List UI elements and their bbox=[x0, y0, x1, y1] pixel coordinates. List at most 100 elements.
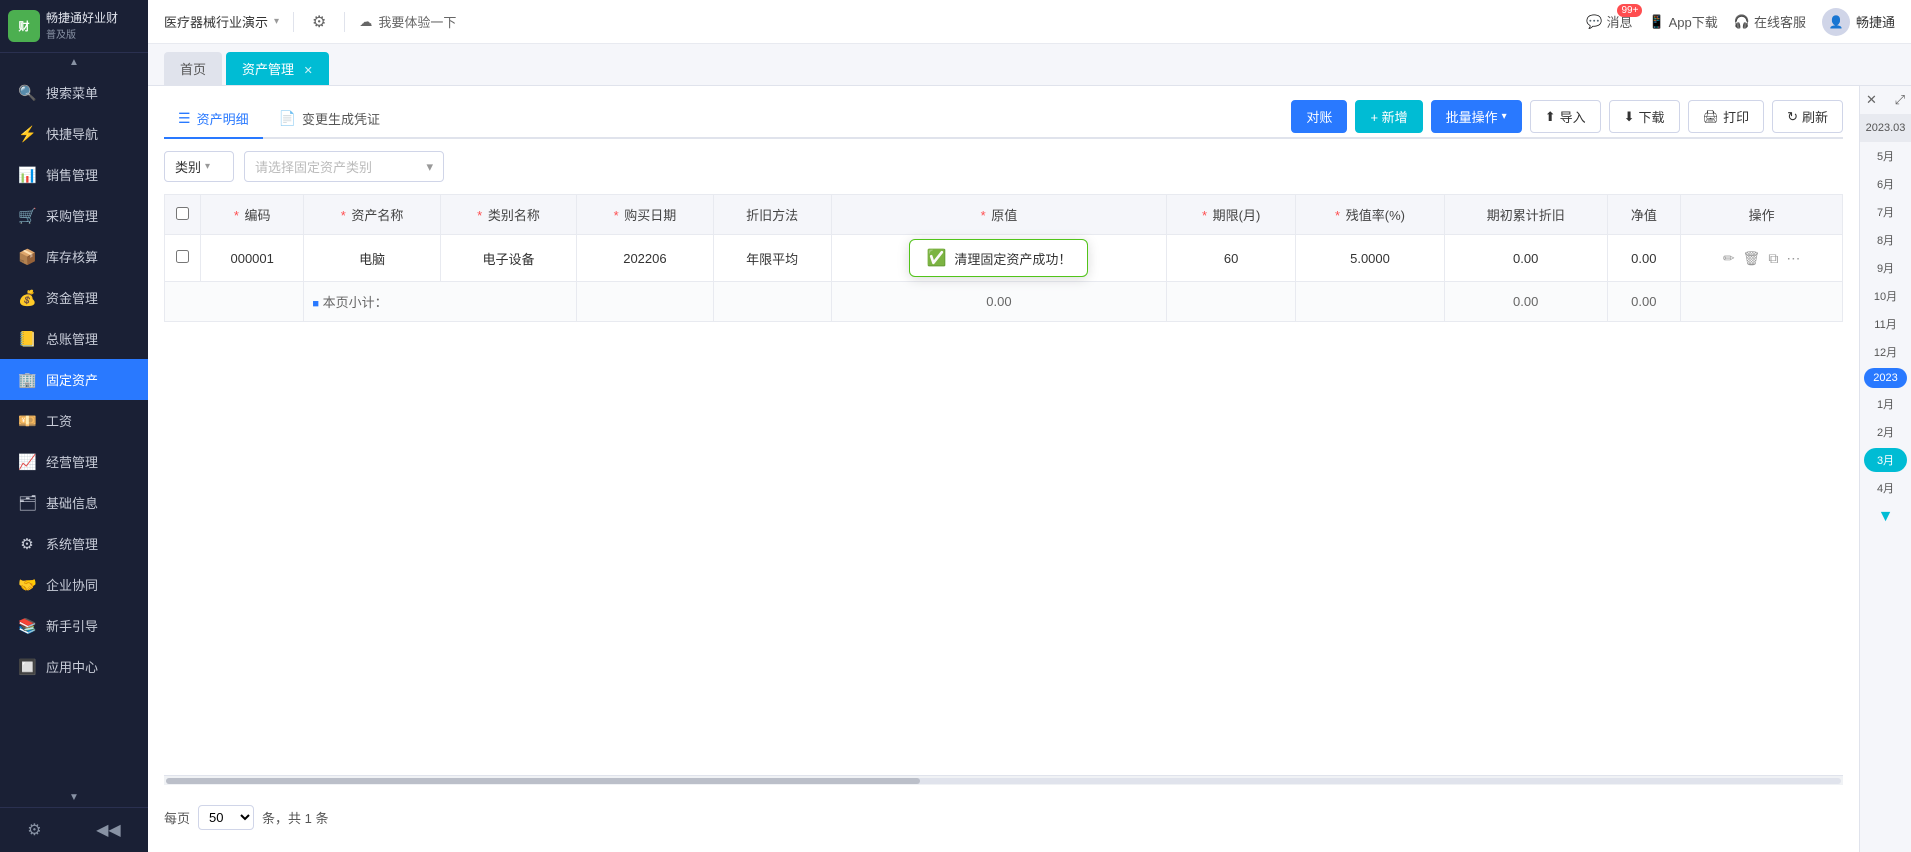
month-5[interactable]: 5月 bbox=[1860, 142, 1911, 170]
message-btn[interactable]: 💬 消息 99+ bbox=[1586, 12, 1632, 31]
app-download-btn[interactable]: 📱 App下载 bbox=[1648, 12, 1717, 31]
tab-close-icon[interactable]: ✕ bbox=[304, 65, 313, 77]
sidebar-item-sales[interactable]: 📊 销售管理 bbox=[0, 154, 148, 195]
sidebar-item-guide[interactable]: 📚 新手引导 bbox=[0, 605, 148, 646]
reconcile-button[interactable]: 对账 bbox=[1291, 100, 1347, 133]
online-service-label: 在线客服 bbox=[1754, 12, 1806, 31]
user-menu[interactable]: 👤 畅捷通 bbox=[1822, 8, 1895, 36]
row-checkbox[interactable] bbox=[176, 250, 189, 263]
sidebar-scroll-down[interactable]: ▼ bbox=[0, 788, 148, 807]
filter-arrow-icon: ▾ bbox=[426, 159, 433, 175]
td-subtotal-residual bbox=[1296, 282, 1445, 322]
sidebar-item-inventory[interactable]: 📦 库存核算 bbox=[0, 236, 148, 277]
tab-asset-mgmt[interactable]: 资产管理 ✕ bbox=[226, 52, 329, 85]
sidebar-item-label: 基础信息 bbox=[46, 493, 98, 512]
sidebar-item-system[interactable]: ⚙ 系统管理 bbox=[0, 523, 148, 564]
month-9[interactable]: 9月 bbox=[1860, 254, 1911, 282]
online-service-btn[interactable]: 🎧 在线客服 bbox=[1734, 12, 1806, 31]
refresh-button[interactable]: ↻ 刷新 bbox=[1772, 100, 1843, 133]
copy-icon[interactable]: ⧉ bbox=[1768, 250, 1778, 267]
month-2023-3[interactable]: 3月 bbox=[1864, 448, 1907, 472]
headset-icon: 🎧 bbox=[1734, 14, 1750, 30]
experience-label: 我要体验一下 bbox=[378, 12, 456, 31]
new-button[interactable]: + 新增 bbox=[1355, 100, 1422, 133]
batch-button[interactable]: 批量操作 ▾ bbox=[1431, 100, 1522, 133]
edit-icon[interactable]: ✏ bbox=[1723, 250, 1735, 267]
company-selector[interactable]: 医疗器械行业演示 ▾ bbox=[164, 12, 279, 31]
month-6[interactable]: 6月 bbox=[1860, 170, 1911, 198]
month-2023-2[interactable]: 2月 bbox=[1860, 418, 1911, 446]
date-nav-down-icon[interactable]: ▼ bbox=[1878, 508, 1894, 526]
download-icon: ⬇ bbox=[1624, 109, 1635, 125]
td-depreciation: 年限平均 bbox=[713, 235, 831, 282]
td-subtotal-net: 0.00 bbox=[1607, 282, 1681, 322]
category-filter[interactable]: 类别 ▾ bbox=[164, 151, 234, 182]
delete-icon[interactable]: 🗑 bbox=[1743, 250, 1761, 267]
doc-icon: 📄 bbox=[279, 110, 296, 127]
sidebar-nav: 🔍 搜索菜单 ⚡ 快捷导航 📊 销售管理 🛒 采购管理 📦 库存核算 💰 资金管… bbox=[0, 72, 148, 788]
dropdown-icon: ▾ bbox=[274, 16, 279, 27]
month-2023-4[interactable]: 4月 bbox=[1860, 474, 1911, 502]
enterprise-icon: 🤝 bbox=[18, 576, 36, 594]
gear-icon[interactable]: ⚙ bbox=[308, 8, 330, 36]
sidebar-item-label: 搜索菜单 bbox=[46, 83, 98, 102]
scrollbar-thumb[interactable] bbox=[166, 778, 920, 784]
username: 畅捷通 bbox=[1856, 12, 1895, 31]
expand-panel-icon[interactable]: ⤢ bbox=[1895, 92, 1905, 108]
download-button[interactable]: ⬇ 下载 bbox=[1609, 100, 1680, 133]
th-category: * 类别名称 bbox=[440, 195, 576, 235]
print-button[interactable]: 🖨 打印 bbox=[1688, 100, 1765, 133]
sidebar-item-enterprise[interactable]: 🤝 企业协同 bbox=[0, 564, 148, 605]
right-panel: ✕ ⤢ 2023.03 5月 6月 7月 8月 9月 10月 11月 12月 2… bbox=[1859, 86, 1911, 852]
sub-tabs: ☰ 资产明细 📄 变更生成凭证 对账 + 新增 批量操作 bbox=[164, 100, 1843, 139]
more-icon[interactable]: ⋯ bbox=[1786, 250, 1800, 267]
month-8[interactable]: 8月 bbox=[1860, 226, 1911, 254]
sidebar-logo: 财 畅捷通好业财 普及版 bbox=[0, 0, 148, 53]
sidebar-item-ledger[interactable]: 📒 总账管理 bbox=[0, 318, 148, 359]
sidebar-item-search[interactable]: 🔍 搜索菜单 bbox=[0, 72, 148, 113]
success-popup: ✅ 清理固定资产成功！ bbox=[909, 239, 1088, 277]
batch-label: 批量操作 bbox=[1446, 107, 1498, 126]
subtotal-row: ■ 本页小计： 0.00 0.00 bbox=[165, 282, 1843, 322]
month-10[interactable]: 10月 bbox=[1860, 282, 1911, 310]
sidebar-item-management[interactable]: 📈 经营管理 bbox=[0, 441, 148, 482]
phone-icon: 📱 bbox=[1648, 14, 1664, 30]
sidebar-item-label: 资金管理 bbox=[46, 288, 98, 307]
tab-home[interactable]: 首页 bbox=[164, 52, 222, 85]
import-button[interactable]: ⬆ 导入 bbox=[1530, 100, 1601, 133]
month-11[interactable]: 11月 bbox=[1860, 310, 1911, 338]
month-2023-1[interactable]: 1月 bbox=[1860, 390, 1911, 418]
month-12[interactable]: 12月 bbox=[1860, 338, 1911, 366]
close-panel-icon[interactable]: ✕ bbox=[1866, 92, 1877, 108]
sidebar-item-payroll[interactable]: 💴 工资 bbox=[0, 400, 148, 441]
select-all-checkbox[interactable] bbox=[176, 207, 189, 220]
sidebar-item-purchase[interactable]: 🛒 采购管理 bbox=[0, 195, 148, 236]
system-icon: ⚙ bbox=[18, 535, 36, 553]
sidebar-scroll-up[interactable]: ▲ bbox=[0, 53, 148, 72]
date-navigator: 5月 6月 7月 8月 9月 10月 11月 12月 2023 1月 2月 3月… bbox=[1860, 142, 1911, 852]
sub-tab-change-voucher[interactable]: 📄 变更生成凭证 bbox=[265, 100, 394, 137]
sidebar-item-base[interactable]: 🗂 基础信息 bbox=[0, 482, 148, 523]
page-size-select[interactable]: 50 100 200 bbox=[198, 805, 254, 830]
sidebar-item-assets[interactable]: 🏢 固定资产 bbox=[0, 359, 148, 400]
content: ☰ 资产明细 📄 变更生成凭证 对账 + 新增 批量操作 bbox=[148, 86, 1911, 852]
sidebar-item-funds[interactable]: 💰 资金管理 bbox=[0, 277, 148, 318]
collapse-icon[interactable]: ◀◀ bbox=[88, 816, 129, 844]
sub-tab-asset-detail[interactable]: ☰ 资产明细 bbox=[164, 100, 263, 139]
year-2023-badge[interactable]: 2023 bbox=[1864, 368, 1907, 388]
sidebar-item-apps[interactable]: 🔲 应用中心 bbox=[0, 646, 148, 687]
funds-icon: 💰 bbox=[18, 289, 36, 307]
horizontal-scrollbar[interactable] bbox=[164, 775, 1843, 785]
settings-icon[interactable]: ⚙ bbox=[19, 816, 49, 844]
category-search-input[interactable]: 请选择固定资产类别 ▾ bbox=[244, 151, 444, 182]
month-7[interactable]: 7月 bbox=[1860, 198, 1911, 226]
td-period: 60 bbox=[1167, 235, 1296, 282]
quicknav-icon: ⚡ bbox=[18, 125, 36, 143]
tabbar: 首页 资产管理 ✕ bbox=[148, 44, 1911, 86]
td-category: 电子设备 bbox=[440, 235, 576, 282]
experience-btn[interactable]: ☁ 我要体验一下 bbox=[359, 12, 456, 31]
date-panel-header[interactable]: 2023.03 bbox=[1860, 114, 1911, 142]
sidebar-item-quicknav[interactable]: ⚡ 快捷导航 bbox=[0, 113, 148, 154]
success-message: 清理固定资产成功！ bbox=[954, 249, 1071, 268]
purchase-icon: 🛒 bbox=[18, 207, 36, 225]
